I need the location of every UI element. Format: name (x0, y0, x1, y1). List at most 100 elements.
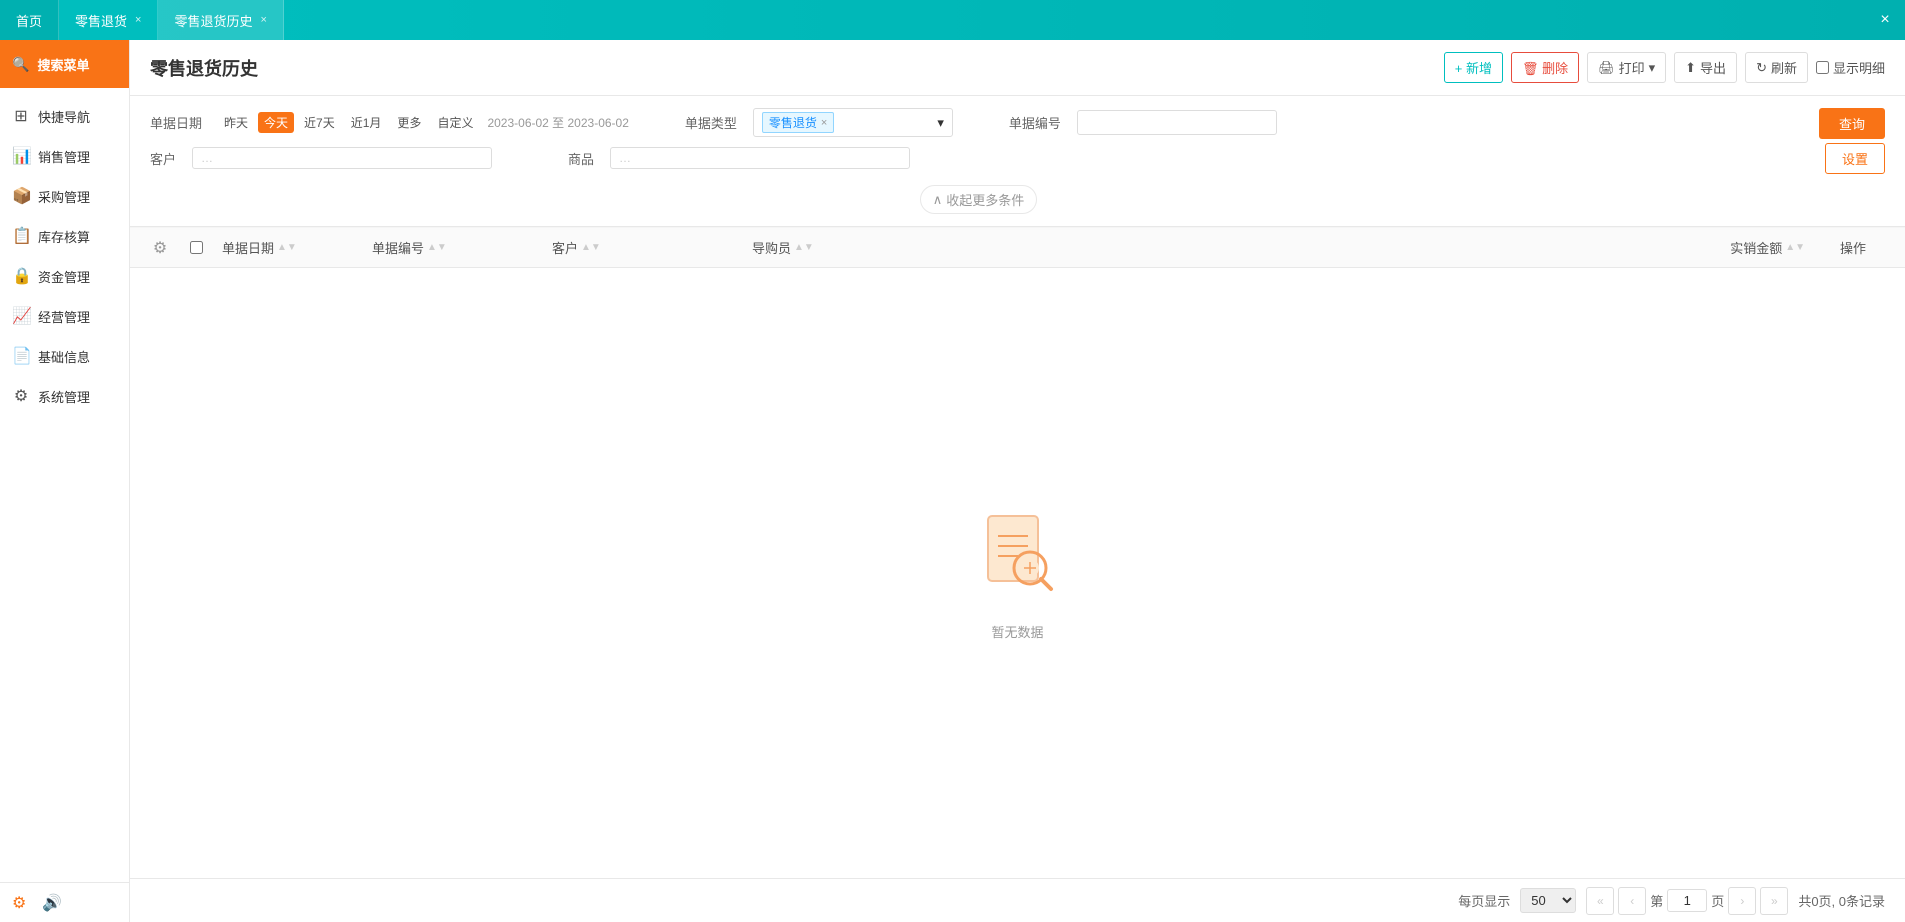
query-button[interactable]: 查询 (1819, 108, 1885, 139)
export-button[interactable]: ⬆ 导出 (1674, 52, 1737, 83)
date-opt-yesterday[interactable]: 昨天 (218, 112, 254, 133)
sidebar-item-operations-mgmt[interactable]: 📈 经营管理 (0, 296, 129, 336)
customer-select[interactable]: … (192, 147, 492, 169)
table-select-all-checkbox[interactable] (178, 241, 214, 254)
th-no-label: 单据编号 (372, 238, 424, 257)
sales-mgmt-icon: 📊 (12, 146, 30, 166)
tab-home[interactable]: 首页 (0, 0, 59, 40)
th-customer[interactable]: 客户 ▲▼ (544, 238, 744, 257)
export-icon: ⬆ (1685, 60, 1696, 76)
search-icon: 🔍 (12, 56, 29, 73)
settings-bottom-icon[interactable]: ⚙ (12, 893, 26, 913)
sidebar-item-purchase-mgmt-label: 采购管理 (38, 187, 90, 206)
per-page-select[interactable]: 50 10 20 100 (1520, 888, 1576, 913)
th-no[interactable]: 单据编号 ▲▼ (364, 238, 544, 257)
refresh-icon: ↻ (1756, 60, 1767, 76)
content-area: 零售退货历史 + 新增 🗑 删除 🖨 打印 ▾ ⬆ 导出 ↻ 刷新 (130, 40, 1905, 922)
filter-actions: 查询 设置 (1819, 108, 1885, 174)
goods-select[interactable]: … (610, 147, 910, 169)
sidebar: 🔍 搜索菜单 ⊞ 快捷导航 📊 销售管理 📦 采购管理 📋 库存核算 🔒 (0, 40, 130, 922)
th-guide-label: 导购员 (752, 238, 791, 257)
th-amount[interactable]: 实销金额 ▲▼ (944, 238, 1813, 257)
sidebar-item-basic-info-label: 基础信息 (38, 347, 90, 366)
sidebar-item-inventory-calc-label: 库存核算 (38, 227, 90, 246)
sidebar-item-purchase-mgmt[interactable]: 📦 采购管理 (0, 176, 129, 216)
next-page-button[interactable]: › (1728, 887, 1756, 915)
th-amount-sort-icon: ▲▼ (1785, 243, 1805, 253)
doc-type-label: 单据类型 (685, 113, 737, 132)
th-action-label: 操作 (1840, 238, 1866, 257)
doc-type-chevron-icon: ▾ (937, 115, 944, 131)
doc-type-tag: 零售退货 × (762, 112, 834, 133)
window-close-button[interactable]: × (1865, 0, 1905, 40)
doc-no-label: 单据编号 (1009, 113, 1061, 132)
print-label: 打印 (1619, 58, 1645, 77)
th-date[interactable]: 单据日期 ▲▼ (214, 238, 364, 257)
sidebar-search[interactable]: 🔍 搜索菜单 (0, 40, 129, 88)
th-customer-label: 客户 (552, 238, 578, 257)
th-no-sort-icon: ▲▼ (427, 243, 447, 253)
filter-area: 单据日期 昨天 今天 近7天 近1月 更多 自定义 2023-06-02 至 2… (130, 96, 1905, 227)
goods-placeholder: … (619, 151, 631, 165)
th-guide[interactable]: 导购员 ▲▼ (744, 238, 944, 257)
sidebar-item-quick-nav[interactable]: ⊞ 快捷导航 (0, 96, 129, 136)
sidebar-item-inventory-calc[interactable]: 📋 库存核算 (0, 216, 129, 256)
empty-icon (968, 506, 1068, 606)
collapse-button[interactable]: ∧ 收起更多条件 (920, 185, 1038, 214)
collapse-up-icon: ∧ (933, 192, 943, 208)
show-detail-checkbox[interactable] (1816, 61, 1829, 74)
tab-retail-return[interactable]: 零售退货 × (59, 0, 158, 40)
toolbar: + 新增 🗑 删除 🖨 打印 ▾ ⬆ 导出 ↻ 刷新 显示明细 (1444, 52, 1885, 83)
sidebar-item-capital-mgmt[interactable]: 🔒 资金管理 (0, 256, 129, 296)
last-page-button[interactable]: » (1760, 887, 1788, 915)
customer-placeholder: … (201, 151, 213, 165)
print-button[interactable]: 🖨 打印 ▾ (1587, 52, 1666, 83)
prev-page-button[interactable]: ‹ (1618, 887, 1646, 915)
delete-button[interactable]: 🗑 删除 (1511, 52, 1579, 83)
page-input[interactable] (1667, 889, 1707, 912)
sidebar-item-sales-mgmt-label: 销售管理 (38, 147, 90, 166)
tab-retail-return-close[interactable]: × (135, 14, 141, 26)
print-chevron-icon: ▾ (1649, 60, 1656, 76)
date-opt-week[interactable]: 近7天 (298, 112, 341, 133)
quick-nav-icon: ⊞ (12, 106, 30, 126)
first-page-button[interactable]: « (1586, 887, 1614, 915)
sidebar-item-basic-info[interactable]: 📄 基础信息 (0, 336, 129, 376)
empty-text: 暂无数据 (991, 622, 1043, 641)
audio-bottom-icon[interactable]: 🔊 (42, 893, 62, 913)
filter-content: 单据日期 昨天 今天 近7天 近1月 更多 自定义 2023-06-02 至 2… (150, 108, 1807, 214)
doc-no-input[interactable] (1077, 110, 1277, 135)
select-all-input[interactable] (190, 241, 203, 254)
settings-button[interactable]: 设置 (1825, 143, 1885, 174)
new-button[interactable]: + 新增 (1444, 52, 1503, 83)
sidebar-item-system-mgmt[interactable]: ⚙ 系统管理 (0, 376, 129, 416)
th-date-label: 单据日期 (222, 238, 274, 257)
date-opt-more[interactable]: 更多 (391, 112, 427, 133)
th-action: 操作 (1813, 238, 1893, 257)
top-bar: 首页 零售退货 × 零售退货历史 × × (0, 0, 1905, 40)
date-opt-custom[interactable]: 自定义 (431, 112, 479, 133)
date-opt-today[interactable]: 今天 (258, 112, 294, 133)
pagination-nav: « ‹ 第 页 › » (1586, 887, 1788, 915)
refresh-label: 刷新 (1771, 58, 1797, 77)
doc-type-tag-close[interactable]: × (821, 117, 827, 129)
sidebar-nav: ⊞ 快捷导航 📊 销售管理 📦 采购管理 📋 库存核算 🔒 资金管理 📈 (0, 88, 129, 882)
show-detail-checkbox-label[interactable]: 显示明细 (1816, 58, 1885, 77)
basic-info-icon: 📄 (12, 346, 30, 366)
operations-mgmt-icon: 📈 (12, 306, 30, 326)
sidebar-search-text: 搜索菜单 (37, 55, 89, 74)
date-opt-month[interactable]: 近1月 (345, 112, 388, 133)
sidebar-item-sales-mgmt[interactable]: 📊 销售管理 (0, 136, 129, 176)
page-title: 零售退货历史 (150, 55, 258, 81)
table-settings-icon[interactable]: ⚙ (142, 238, 178, 258)
pagination-summary: 共0页, 0条记录 (1798, 891, 1885, 910)
doc-type-select[interactable]: 零售退货 × ▾ (753, 108, 953, 137)
tab-retail-return-history[interactable]: 零售退货历史 × (158, 0, 283, 40)
sidebar-item-system-mgmt-label: 系统管理 (38, 387, 90, 406)
customer-label: 客户 (150, 149, 176, 168)
tab-retail-return-history-close[interactable]: × (260, 14, 266, 26)
per-page-label: 每页显示 (1458, 891, 1510, 910)
filter-divider: ∧ 收起更多条件 (150, 179, 1807, 214)
export-label: 导出 (1700, 58, 1726, 77)
refresh-button[interactable]: ↻ 刷新 (1745, 52, 1808, 83)
